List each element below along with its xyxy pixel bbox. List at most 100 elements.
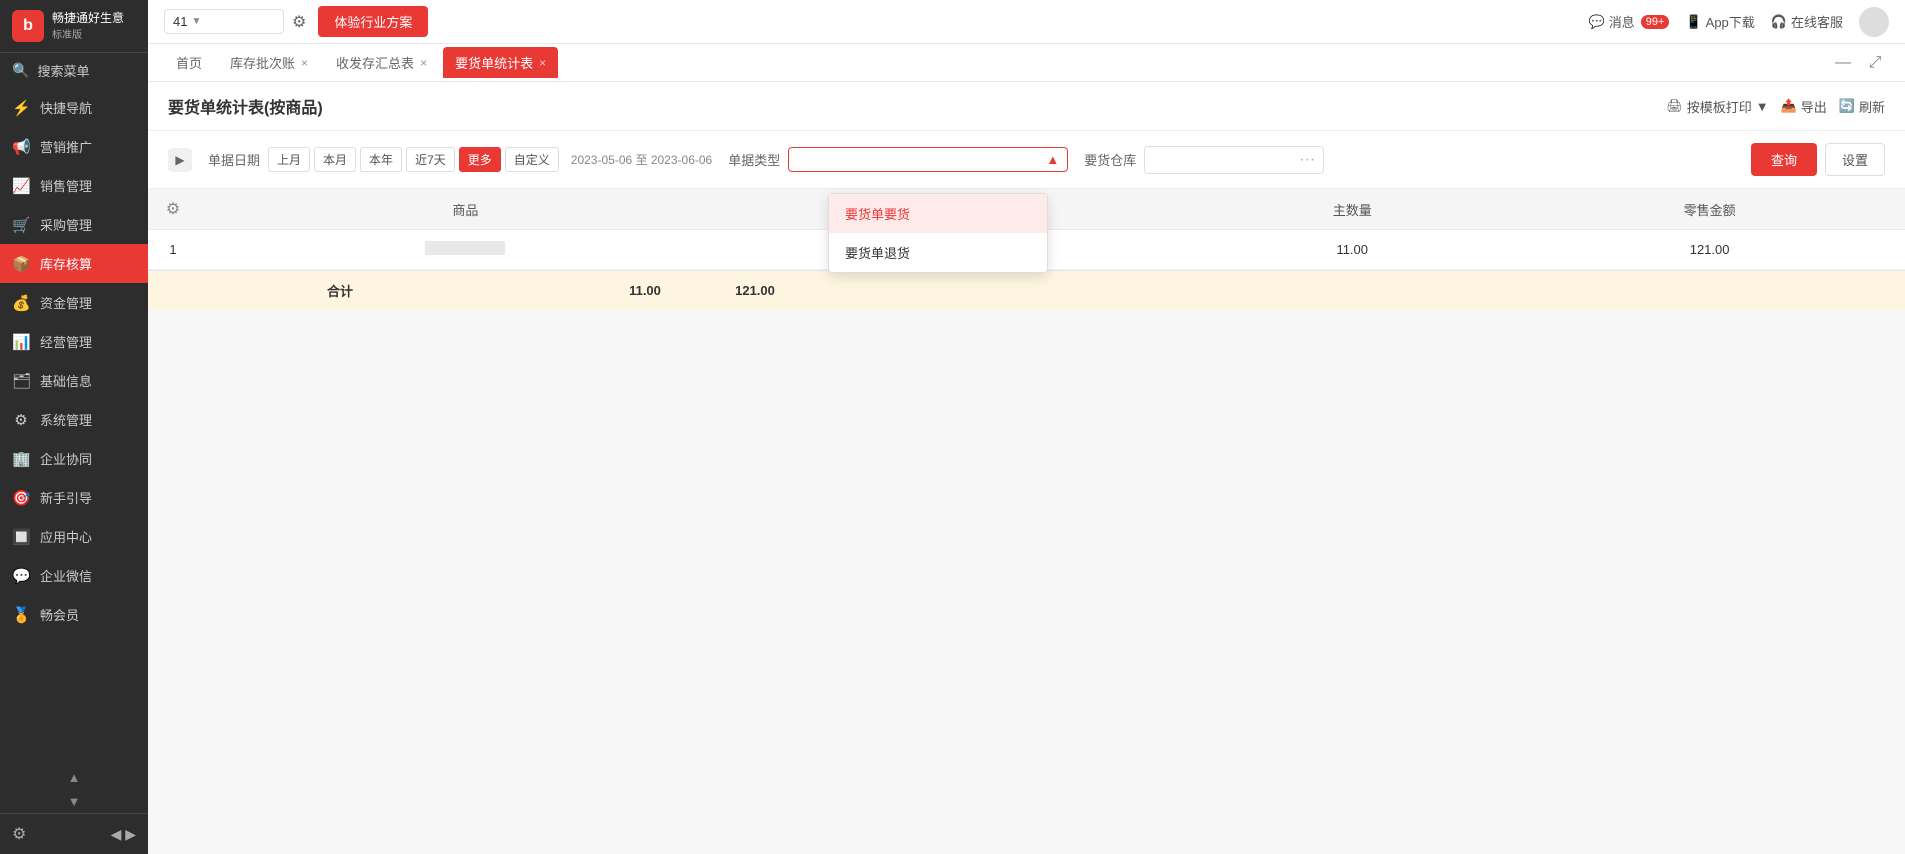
date-this-month-btn[interactable]: 本月 [314,147,356,172]
wechat-icon: 💬 [12,567,30,585]
refresh-btn[interactable]: 🔄 刷新 [1839,97,1885,116]
sidebar-item-sales[interactable]: 📈 销售管理 [0,166,148,205]
operations-icon: 📊 [12,333,30,351]
user-avatar[interactable] [1859,7,1889,37]
messages-btn[interactable]: 💬 消息 99+ [1589,12,1670,31]
sidebar-item-system[interactable]: ⚙ 系统管理 [0,400,148,439]
tab-receivable-summary[interactable]: 收发存汇总表 × [324,47,439,78]
sidebar-item-operations[interactable]: 📊 经营管理 [0,322,148,361]
date-btns: 上月 本月 本年 近7天 更多 自定义 [268,147,559,172]
tab-requisition-stat[interactable]: 要货单统计表 × [443,47,558,78]
date-filter-label: 单据日期 [208,150,260,169]
col-product: 商品 [198,189,733,230]
select-arrow-icon: ▼ [191,16,201,27]
sidebar-scroll-up[interactable]: ▲ [0,765,148,789]
tabs-end: — ⤢ [1829,49,1889,77]
dropdown-item-req-goods[interactable]: 要货单要货 [829,194,1047,233]
filter-actions: 查询 设置 [1751,143,1885,176]
guide-icon: 🎯 [12,489,30,507]
company-select[interactable]: 41 ▼ [164,9,284,34]
settings-btn[interactable]: 设置 [1825,143,1885,176]
footer-total-quantity: 11.00 [590,283,700,298]
app-center-icon: 🔲 [12,528,30,546]
topbar-right: 💬 消息 99+ 📱 App下载 🎧 在线客服 [1589,7,1889,37]
finance-icon: 💰 [12,294,30,312]
col-settings[interactable]: ⚙ [148,189,198,230]
system-icon: ⚙ [12,411,30,429]
sales-icon: 📈 [12,177,30,195]
type-filter-group: 单据类型 ▲ [728,147,1068,172]
footer-total-amount: 121.00 [700,283,810,298]
product-placeholder [425,241,505,255]
sidebar: b 畅捷通好生意 标准版 🔍 搜索菜单 ⚡ 快捷导航 📢 营销推广 📈 销售管理… [0,0,148,854]
service-icon: 🎧 [1771,14,1787,30]
marketing-icon: 📢 [12,138,30,156]
print-arrow-icon: ▼ [1756,99,1769,114]
sidebar-item-app-center[interactable]: 🔲 应用中心 [0,517,148,556]
message-icon: 💬 [1589,14,1605,30]
sidebar-item-quick-nav[interactable]: ⚡ 快捷导航 [0,88,148,127]
sidebar-footer: ⚙ ◀ ▶ [0,813,148,854]
sidebar-logo: b 畅捷通好生意 标准版 [0,0,148,53]
inventory-icon: 📦 [12,255,30,273]
table-gear-icon[interactable]: ⚙ [166,201,180,218]
export-btn[interactable]: 📤 导出 [1781,97,1827,116]
topbar-gear-icon[interactable]: ⚙ [292,12,306,32]
settings-icon[interactable]: ⚙ [12,824,26,844]
online-service-btn[interactable]: 🎧 在线客服 [1771,12,1843,31]
table-footer: 合计 11.00 121.00 [148,270,1905,310]
sidebar-item-member[interactable]: 🏅 畅会员 [0,595,148,634]
sidebar-item-inventory[interactable]: 📦 库存核算 [0,244,148,283]
page-title: 要货单统计表(按商品) [168,94,323,130]
footer-total-label: 合计 [210,281,470,300]
date-this-year-btn[interactable]: 本年 [360,147,402,172]
warehouse-select[interactable]: ··· [1144,146,1324,174]
sidebar-nav: ⚡ 快捷导航 📢 营销推广 📈 销售管理 🛒 采购管理 📦 库存核算 💰 资金管… [0,88,148,765]
tab-close-requisition-stat[interactable]: × [539,56,546,70]
date-custom-btn[interactable]: 自定义 [505,147,559,172]
type-select[interactable]: ▲ [788,147,1068,172]
tab-home[interactable]: 首页 [164,47,214,78]
print-icon: 🖨 [1666,98,1683,114]
print-btn[interactable]: 🖨 按模板打印 ▼ [1666,97,1768,116]
tab-close-inventory-batch[interactable]: × [301,56,308,70]
page-content: 要货单统计表(按商品) 🖨 按模板打印 ▼ 📤 导出 🔄 刷新 ▶ [148,82,1905,854]
filter-toggle-btn[interactable]: ▶ [168,148,192,172]
tab-inventory-batch[interactable]: 库存批次账 × [218,47,320,78]
page-header-actions: 🖨 按模板打印 ▼ 📤 导出 🔄 刷新 [1666,97,1885,128]
topbar: 41 ▼ ⚙ 体验行业方案 💬 消息 99+ 📱 App下载 🎧 在线客服 [148,0,1905,44]
cell-amount: 121.00 [1514,230,1905,270]
col-quantity: 主数量 [1190,189,1514,230]
sidebar-item-finance[interactable]: 💰 资金管理 [0,283,148,322]
sidebar-item-purchase[interactable]: 🛒 采购管理 [0,205,148,244]
date-more-btn[interactable]: 更多 [459,147,501,172]
filter-area: ▶ 单据日期 上月 本月 本年 近7天 更多 自定义 2023-05-06 至 … [148,131,1905,189]
row-num: 1 [148,230,198,270]
sidebar-item-wechat[interactable]: 💬 企业微信 [0,556,148,595]
type-filter-label: 单据类型 [728,150,780,169]
collapse-icon[interactable]: ◀ ▶ [111,826,136,843]
sidebar-item-basic[interactable]: 🗂 基础信息 [0,361,148,400]
app-logo-icon: b [12,10,44,42]
cell-product [198,230,733,270]
date-last-month-btn[interactable]: 上月 [268,147,310,172]
type-select-arrow-icon: ▲ [1046,152,1059,167]
quick-nav-icon: ⚡ [12,99,30,117]
date-last-7days-btn[interactable]: 近7天 [406,147,455,172]
sidebar-item-marketing[interactable]: 📢 营销推广 [0,127,148,166]
sidebar-search[interactable]: 🔍 搜索菜单 [0,53,148,88]
warehouse-filter-group: 要货仓库 ··· [1084,146,1324,174]
tab-maximize-btn[interactable]: ⤢ [1861,49,1889,77]
search-icon: 🔍 [12,62,29,79]
trial-btn[interactable]: 体验行业方案 [318,6,428,37]
sidebar-item-guide[interactable]: 🎯 新手引导 [0,478,148,517]
dropdown-item-req-return[interactable]: 要货单退货 [829,233,1047,272]
app-download-btn[interactable]: 📱 App下载 [1685,12,1754,31]
tab-close-receivable-summary[interactable]: × [420,56,427,70]
search-btn[interactable]: 查询 [1751,143,1817,176]
tab-minimize-btn[interactable]: — [1829,49,1857,77]
basic-icon: 🗂 [12,372,30,390]
export-icon: 📤 [1781,98,1797,114]
sidebar-scroll-down[interactable]: ▼ [0,789,148,813]
sidebar-item-enterprise[interactable]: 🏢 企业协同 [0,439,148,478]
